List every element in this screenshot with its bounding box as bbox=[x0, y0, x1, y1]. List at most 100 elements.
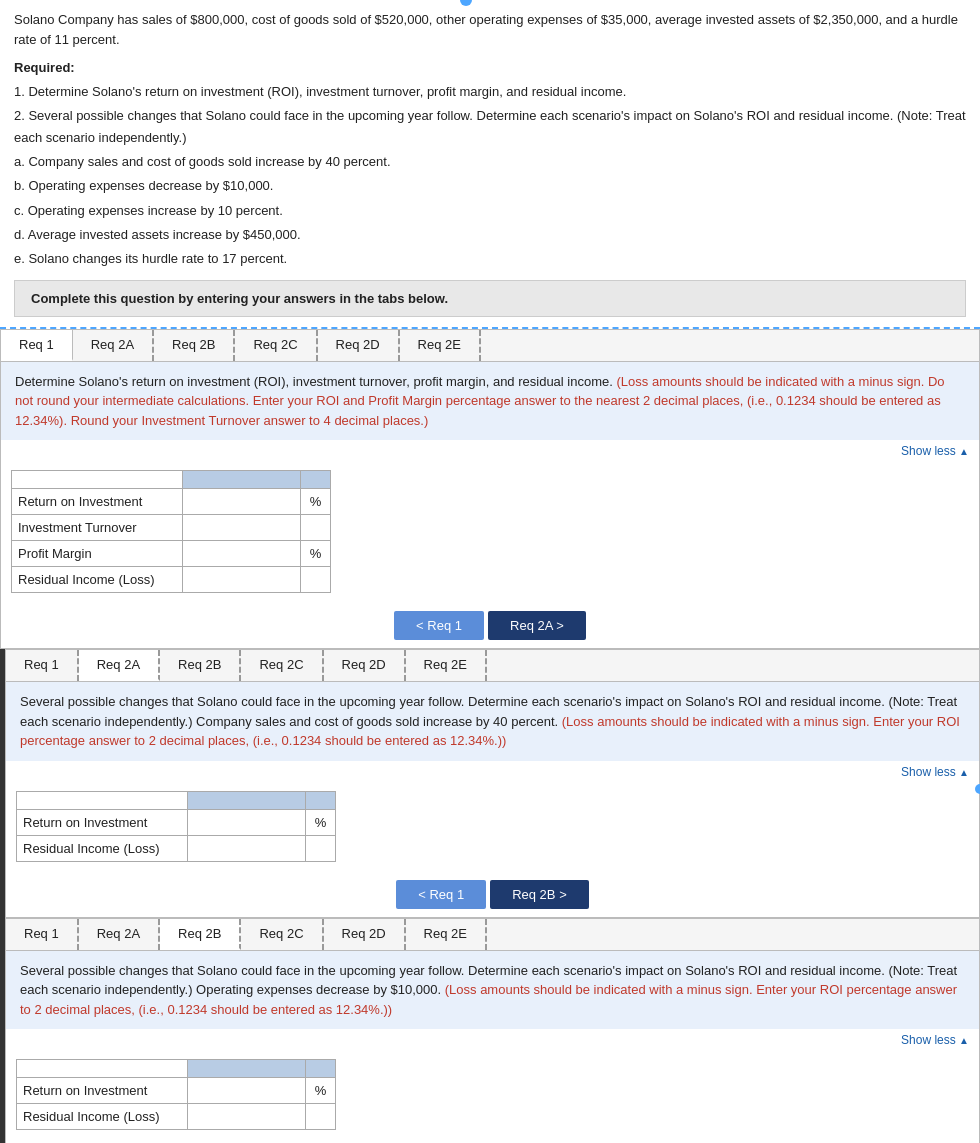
panel2-table-area: Return on Investment % Residual Income (… bbox=[6, 783, 979, 870]
tab-req2d-panel3[interactable]: Req 2D bbox=[324, 919, 406, 950]
tab-req2d-panel1[interactable]: Req 2D bbox=[318, 330, 400, 361]
panel2-right-dot bbox=[975, 784, 980, 794]
row2-label-roi: Return on Investment bbox=[17, 809, 188, 835]
table-row: Investment Turnover bbox=[12, 515, 331, 541]
panel1: Req 1 Req 2A Req 2B Req 2C Req 2D Req 2E… bbox=[0, 329, 980, 650]
panel1-instruction: Determine Solano's return on investment … bbox=[1, 362, 979, 441]
panel1-tab-row: Req 1 Req 2A Req 2B Req 2C Req 2D Req 2E bbox=[1, 330, 979, 362]
panel1-table-area: Return on Investment % Investment Turnov… bbox=[1, 462, 979, 601]
row3-pct-residual bbox=[306, 1104, 336, 1130]
panel2-wrapper: Req 1 Req 2A Req 2B Req 2C Req 2D Req 2E… bbox=[0, 649, 980, 918]
panel2-prev-btn[interactable]: < Req 1 bbox=[396, 880, 486, 909]
tab-req2e-panel2[interactable]: Req 2E bbox=[406, 650, 487, 681]
row2-input-roi[interactable] bbox=[188, 809, 306, 835]
tab-req2c-panel2[interactable]: Req 2C bbox=[241, 650, 323, 681]
panel3-col-input bbox=[188, 1060, 306, 1078]
residual3-input[interactable] bbox=[188, 1104, 305, 1129]
panel1-wrapper: Req 1 Req 2A Req 2B Req 2C Req 2D Req 2E… bbox=[0, 329, 980, 650]
panel3-table-area: Return on Investment % Residual Income (… bbox=[6, 1051, 979, 1138]
panel3-nav: < Req 2A Req 2C > bbox=[6, 1138, 979, 1143]
row-pct-margin: % bbox=[301, 541, 331, 567]
panel1-nav: < Req 1 Req 2A > bbox=[1, 601, 979, 648]
panel1-instruction-text: Determine Solano's return on investment … bbox=[15, 374, 613, 389]
tab-req2e-panel3[interactable]: Req 2E bbox=[406, 919, 487, 950]
table-row: Residual Income (Loss) bbox=[17, 835, 336, 861]
tab-req2e-panel1[interactable]: Req 2E bbox=[400, 330, 481, 361]
row-input-roi[interactable] bbox=[183, 489, 301, 515]
panel3-wrapper: Req 1 Req 2A Req 2B Req 2C Req 2D Req 2E… bbox=[0, 918, 980, 1143]
panel3-col-pct bbox=[306, 1060, 336, 1078]
panel2: Req 1 Req 2A Req 2B Req 2C Req 2D Req 2E… bbox=[5, 649, 980, 918]
panel3: Req 1 Req 2A Req 2B Req 2C Req 2D Req 2E… bbox=[5, 918, 980, 1143]
row-input-margin[interactable] bbox=[183, 541, 301, 567]
residual2-input[interactable] bbox=[188, 836, 305, 861]
table-row: Return on Investment % bbox=[12, 489, 331, 515]
panel1-prev-btn[interactable]: < Req 1 bbox=[394, 611, 484, 640]
reqc-text: c. Operating expenses increase by 10 per… bbox=[14, 200, 966, 222]
show-less-panel3[interactable]: Show less ▲ bbox=[6, 1029, 979, 1051]
tab-req1-panel3[interactable]: Req 1 bbox=[6, 919, 79, 950]
tab-req2a-panel2[interactable]: Req 2A bbox=[79, 650, 160, 681]
roi-input[interactable] bbox=[183, 489, 300, 514]
panel2-instruction: Several possible changes that Solano cou… bbox=[6, 682, 979, 761]
panel1-next-btn[interactable]: Req 2A > bbox=[488, 611, 586, 640]
panel1-col-pct bbox=[301, 471, 331, 489]
row-pct-residual bbox=[301, 567, 331, 593]
margin-input[interactable] bbox=[183, 541, 300, 566]
complete-question-text: Complete this question by entering your … bbox=[31, 291, 448, 306]
tab-req1-panel1[interactable]: Req 1 bbox=[1, 330, 73, 361]
tab-req2b-panel3[interactable]: Req 2B bbox=[160, 919, 241, 950]
row-label-residual: Residual Income (Loss) bbox=[12, 567, 183, 593]
turnover-input[interactable] bbox=[183, 515, 300, 540]
row2-input-residual[interactable] bbox=[188, 835, 306, 861]
tab-req2a-panel1[interactable]: Req 2A bbox=[73, 330, 154, 361]
complete-question-box: Complete this question by entering your … bbox=[14, 280, 966, 317]
panel2-next-btn[interactable]: Req 2B > bbox=[490, 880, 589, 909]
tab-req2c-panel1[interactable]: Req 2C bbox=[235, 330, 317, 361]
tab-req2d-panel2[interactable]: Req 2D bbox=[324, 650, 406, 681]
panel3-col-label bbox=[17, 1060, 188, 1078]
row-label-turnover: Investment Turnover bbox=[12, 515, 183, 541]
panel3-left-bar bbox=[0, 918, 5, 1143]
panel1-col-input bbox=[183, 471, 301, 489]
intro-text: Solano Company has sales of $800,000, co… bbox=[14, 10, 966, 49]
tab-req1-panel2[interactable]: Req 1 bbox=[6, 650, 79, 681]
tab-req2c-panel3[interactable]: Req 2C bbox=[241, 919, 323, 950]
table-row: Residual Income (Loss) bbox=[12, 567, 331, 593]
tab-req2b-panel2[interactable]: Req 2B bbox=[160, 650, 241, 681]
roi3-input[interactable] bbox=[188, 1078, 305, 1103]
tab-req2b-panel1[interactable]: Req 2B bbox=[154, 330, 235, 361]
roi2-input[interactable] bbox=[188, 810, 305, 835]
row3-input-roi[interactable] bbox=[188, 1078, 306, 1104]
reqb-text: b. Operating expenses decrease by $10,00… bbox=[14, 175, 966, 197]
panel2-col-pct bbox=[306, 791, 336, 809]
row3-label-roi: Return on Investment bbox=[17, 1078, 188, 1104]
panel1-col-label bbox=[12, 471, 183, 489]
row-input-turnover[interactable] bbox=[183, 515, 301, 541]
row-label-roi: Return on Investment bbox=[12, 489, 183, 515]
reqd-text: d. Average invested assets increase by $… bbox=[14, 224, 966, 246]
row-pct-turnover bbox=[301, 515, 331, 541]
panel1-table: Return on Investment % Investment Turnov… bbox=[11, 470, 331, 593]
tab-req2a-panel3[interactable]: Req 2A bbox=[79, 919, 160, 950]
row3-pct-roi: % bbox=[306, 1078, 336, 1104]
table-row: Return on Investment % bbox=[17, 1078, 336, 1104]
panel2-col-label bbox=[17, 791, 188, 809]
table-row: Return on Investment % bbox=[17, 809, 336, 835]
row-input-residual[interactable] bbox=[183, 567, 301, 593]
req1-text: 1. Determine Solano's return on investme… bbox=[14, 81, 966, 103]
row-label-margin: Profit Margin bbox=[12, 541, 183, 567]
req2-text: 2. Several possible changes that Solano … bbox=[14, 105, 966, 149]
row2-pct-residual bbox=[306, 835, 336, 861]
reqe-text: e. Solano changes its hurdle rate to 17 … bbox=[14, 248, 966, 270]
panel3-table: Return on Investment % Residual Income (… bbox=[16, 1059, 336, 1130]
row3-input-residual[interactable] bbox=[188, 1104, 306, 1130]
blue-dot-top bbox=[460, 0, 472, 6]
panel2-table: Return on Investment % Residual Income (… bbox=[16, 791, 336, 862]
show-less-panel1[interactable]: Show less ▲ bbox=[1, 440, 979, 462]
table-row: Profit Margin % bbox=[12, 541, 331, 567]
residual-input[interactable] bbox=[183, 567, 300, 592]
row3-label-residual: Residual Income (Loss) bbox=[17, 1104, 188, 1130]
show-less-panel2[interactable]: Show less ▲ bbox=[6, 761, 979, 783]
requirements-list: Required: 1. Determine Solano's return o… bbox=[14, 57, 966, 270]
